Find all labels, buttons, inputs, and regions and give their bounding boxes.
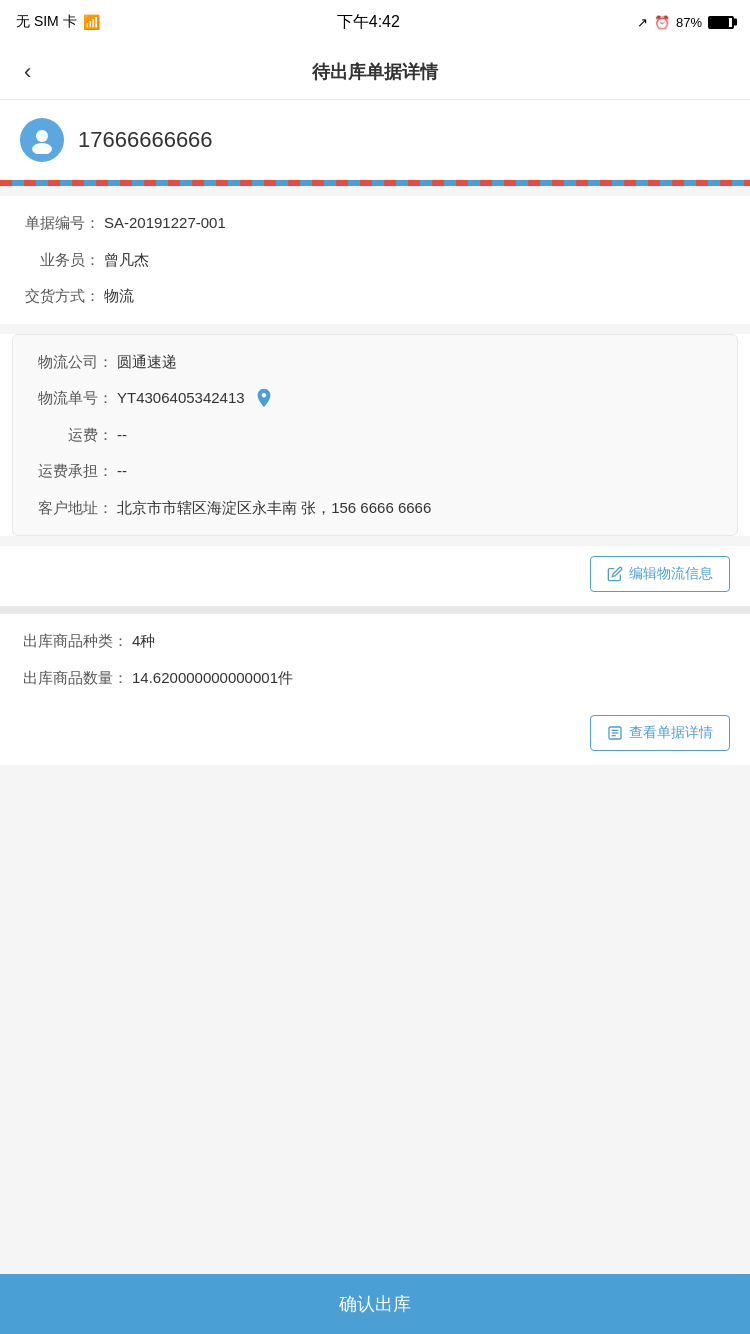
edit-logistics-row: 编辑物流信息 [0,546,750,606]
logistics-company-value: 圆通速递 [117,351,717,374]
dashed-divider [0,180,750,186]
freight-bearer-row: 运费承担： -- [33,460,717,483]
edit-logistics-label: 编辑物流信息 [629,565,713,583]
document-icon [607,725,623,741]
goods-quantity-row: 出库商品数量： 14.620000000000001件 [20,667,730,690]
status-bar: 无 SIM 卡 📶 下午4:42 ↗ ⏰ 87% [0,0,750,44]
carrier-text: 无 SIM 卡 [16,13,77,31]
confirm-btn-container: 确认出库 [0,1274,750,1334]
svg-point-1 [32,143,52,154]
freight-row: 运费： -- [33,424,717,447]
status-bar-left: 无 SIM 卡 📶 [16,13,100,31]
order-no-value: SA-20191227-001 [104,212,730,235]
user-icon [28,126,56,154]
order-no-row: 单据编号： SA-20191227-001 [20,212,730,235]
section-divider [0,606,750,614]
goods-quantity-value: 14.620000000000001件 [132,667,730,690]
detail-btn-row: 查看单据详情 [0,705,750,765]
battery-fill [710,18,729,27]
salesman-row: 业务员： 曾凡杰 [20,249,730,272]
address-label: 客户地址： [33,497,113,520]
location-arrow-icon: ↗ [637,15,648,30]
wifi-icon: 📶 [83,14,100,30]
bottom-spacer [0,765,750,965]
freight-bearer-label: 运费承担： [33,460,113,483]
freight-label: 运费： [33,424,113,447]
status-bar-right: ↗ ⏰ 87% [637,15,734,30]
order-info-section: 单据编号： SA-20191227-001 业务员： 曾凡杰 交货方式： 物流 [0,196,750,324]
location-pin-icon[interactable] [253,387,275,409]
svg-point-0 [36,130,48,142]
delivery-method-label: 交货方式： [20,285,100,308]
delivery-method-value: 物流 [104,285,730,308]
delivery-method-row: 交货方式： 物流 [20,285,730,308]
goods-type-label: 出库商品种类： [20,630,128,653]
salesman-label: 业务员： [20,249,100,272]
back-button[interactable]: ‹ [16,51,39,93]
salesman-value: 曾凡杰 [104,249,730,272]
status-bar-time: 下午4:42 [337,12,400,33]
battery-percent: 87% [676,15,702,30]
edit-icon [607,566,623,582]
goods-quantity-label: 出库商品数量： [20,667,128,690]
freight-value: -- [117,424,717,447]
edit-logistics-button[interactable]: 编辑物流信息 [590,556,730,592]
view-detail-button[interactable]: 查看单据详情 [590,715,730,751]
battery-icon [708,16,734,29]
view-detail-label: 查看单据详情 [629,724,713,742]
address-row: 客户地址： 北京市市辖区海淀区永丰南 张，156 6666 6666 [33,497,717,520]
tracking-no-value: YT4306405342413 [117,387,717,410]
logistics-company-label: 物流公司： [33,351,113,374]
tracking-no-label: 物流单号： [33,387,113,410]
alarm-icon: ⏰ [654,15,670,30]
customer-phone: 17666666666 [78,127,213,153]
nav-bar: ‹ 待出库单据详情 [0,44,750,100]
order-no-label: 单据编号： [20,212,100,235]
goods-section: 出库商品种类： 4种 出库商品数量： 14.620000000000001件 [0,614,750,705]
freight-bearer-value: -- [117,460,717,483]
logistics-section: 物流公司： 圆通速递 物流单号： YT4306405342413 运费： -- … [12,334,738,537]
goods-type-row: 出库商品种类： 4种 [20,630,730,653]
goods-type-value: 4种 [132,630,730,653]
customer-header: 17666666666 [0,100,750,180]
tracking-no-row: 物流单号： YT4306405342413 [33,387,717,410]
address-value: 北京市市辖区海淀区永丰南 张，156 6666 6666 [117,497,717,520]
page-title: 待出库单据详情 [312,60,438,84]
confirm-outbound-button[interactable]: 确认出库 [0,1274,750,1334]
logistics-company-row: 物流公司： 圆通速递 [33,351,717,374]
tracking-no-text: YT4306405342413 [117,387,245,410]
avatar [20,118,64,162]
